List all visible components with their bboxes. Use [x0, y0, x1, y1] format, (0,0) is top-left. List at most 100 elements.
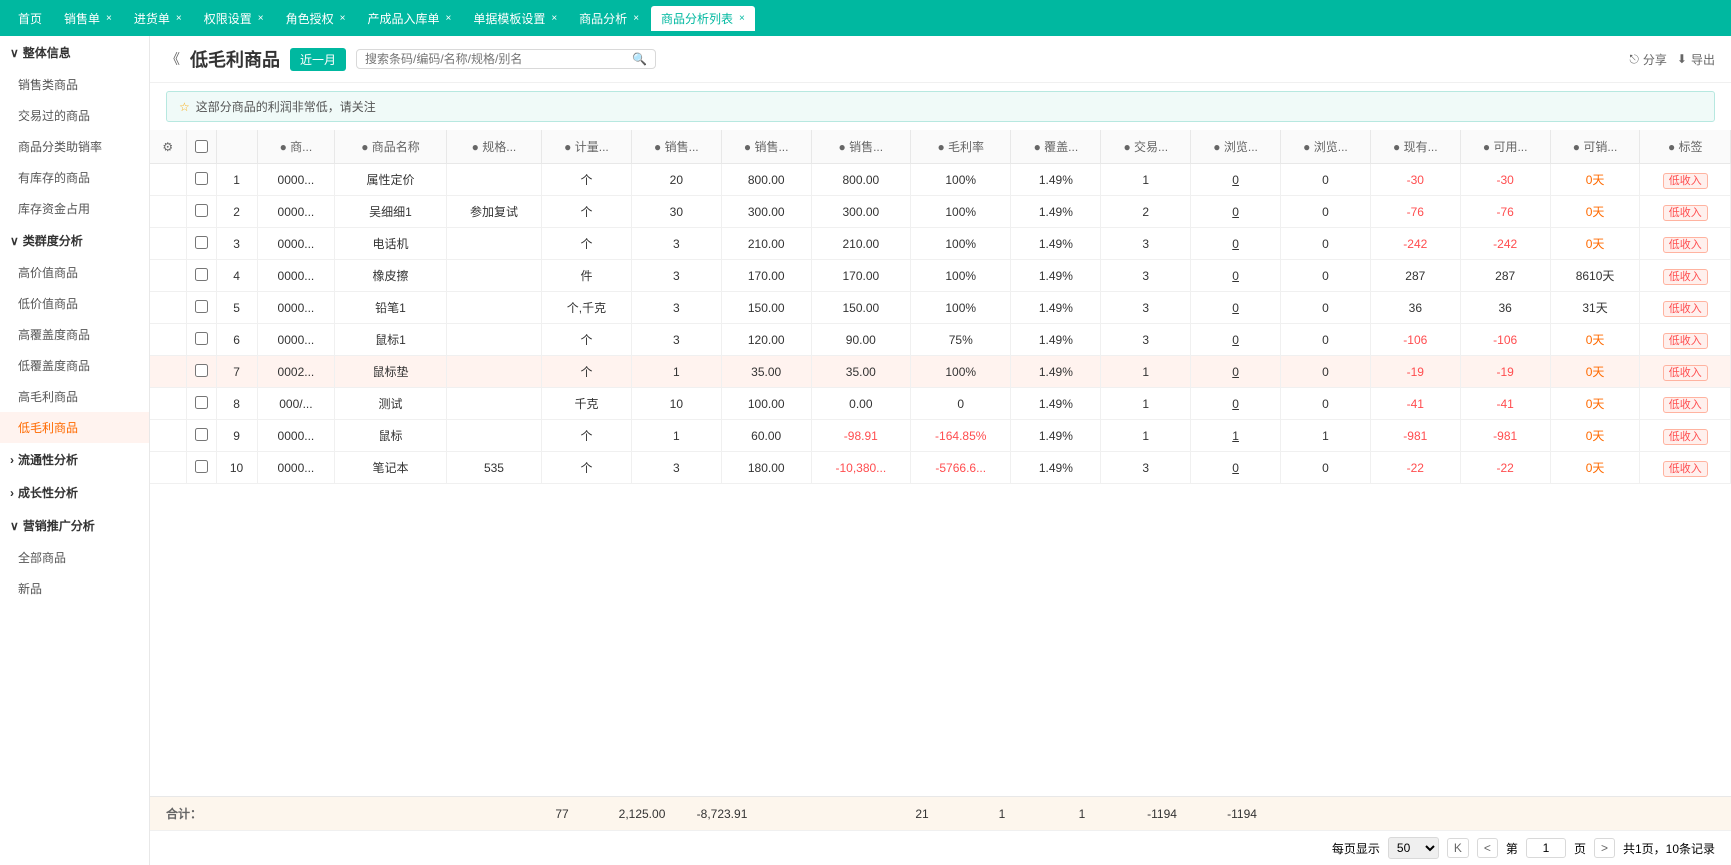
- table-container[interactable]: ⚙ ● 商... ● 商品名称 ● 规格... ● 计量... ● 销售... …: [150, 130, 1731, 796]
- sidebar-group-overall[interactable]: ∨ 整体信息: [0, 36, 149, 69]
- cell-browse1[interactable]: 0: [1191, 356, 1281, 388]
- sidebar-item-all-products[interactable]: 全部商品: [0, 542, 149, 573]
- cell-checkbox[interactable]: [186, 356, 216, 388]
- nav-templates[interactable]: 单据模板设置 ×: [463, 6, 567, 31]
- nav-templates-close[interactable]: ×: [551, 13, 557, 24]
- row-checkbox[interactable]: [195, 460, 208, 473]
- row-checkbox[interactable]: [195, 236, 208, 249]
- sidebar-item-sales-products[interactable]: 销售类商品: [0, 69, 149, 100]
- cell-settings: [150, 324, 186, 356]
- cell-checkbox[interactable]: [186, 196, 216, 228]
- cell-name: 鼠标垫: [335, 356, 447, 388]
- nav-analysis[interactable]: 商品分析 ×: [569, 6, 649, 31]
- cell-sellable: 0天: [1550, 164, 1640, 196]
- nav-home[interactable]: 首页: [8, 6, 52, 31]
- nav-permissions-close[interactable]: ×: [258, 13, 264, 24]
- pagination-page-label: 第: [1506, 840, 1518, 857]
- sidebar-item-high-coverage[interactable]: 高覆盖度商品: [0, 319, 149, 350]
- cell-checkbox[interactable]: [186, 420, 216, 452]
- nav-analysis-list-close[interactable]: ×: [739, 13, 745, 24]
- cell-available: 287: [1460, 260, 1550, 292]
- cell-browse1[interactable]: 0: [1191, 388, 1281, 420]
- chevron-down-icon-2: ∨: [10, 234, 19, 248]
- nav-purchase-close[interactable]: ×: [176, 13, 182, 24]
- sidebar-item-new-products[interactable]: 新品: [0, 573, 149, 604]
- cell-sales-price: 170.00: [721, 260, 811, 292]
- nav-products-close[interactable]: ×: [445, 13, 451, 24]
- sidebar-item-low-coverage[interactable]: 低覆盖度商品: [0, 350, 149, 381]
- col-settings[interactable]: ⚙: [150, 130, 186, 164]
- cell-sellable: 8610天: [1550, 260, 1640, 292]
- cell-unit: 个: [542, 356, 632, 388]
- export-btn[interactable]: ⬇ 导出: [1677, 51, 1715, 68]
- cell-browse1[interactable]: 0: [1191, 324, 1281, 356]
- cell-browse1[interactable]: 0: [1191, 292, 1281, 324]
- sidebar-item-capital[interactable]: 库存资金占用: [0, 193, 149, 224]
- cell-checkbox[interactable]: [186, 292, 216, 324]
- pagination-page-size-select[interactable]: 10 20 50 100: [1388, 837, 1439, 859]
- cell-browse1[interactable]: 0: [1191, 260, 1281, 292]
- search-input[interactable]: [365, 52, 628, 66]
- sidebar-item-high-value[interactable]: 高价值商品: [0, 257, 149, 288]
- cell-browse1[interactable]: 0: [1191, 452, 1281, 484]
- sidebar-item-low-value[interactable]: 低价值商品: [0, 288, 149, 319]
- cell-browse1[interactable]: 0: [1191, 228, 1281, 260]
- cell-checkbox[interactable]: [186, 388, 216, 420]
- nav-sales-close[interactable]: ×: [106, 13, 112, 24]
- cell-coverage: 1.49%: [1011, 452, 1101, 484]
- cell-unit: 个: [542, 164, 632, 196]
- search-icon[interactable]: 🔍: [632, 52, 647, 66]
- nav-roles-close[interactable]: ×: [340, 13, 346, 24]
- sidebar-item-traded[interactable]: 交易过的商品: [0, 100, 149, 131]
- sidebar-group-cluster[interactable]: ∨ 类群度分析: [0, 224, 149, 257]
- cell-browse1[interactable]: 1: [1191, 420, 1281, 452]
- row-checkbox[interactable]: [195, 268, 208, 281]
- sidebar-item-category-rate[interactable]: 商品分类助销率: [0, 131, 149, 162]
- pagination-prev-btn[interactable]: <: [1477, 838, 1498, 858]
- nav-analysis-list[interactable]: 商品分析列表 ×: [651, 6, 755, 31]
- cell-checkbox[interactable]: [186, 164, 216, 196]
- cell-sales-amount: 170.00: [811, 260, 910, 292]
- cell-checkbox[interactable]: [186, 228, 216, 260]
- row-checkbox[interactable]: [195, 364, 208, 377]
- warning-icon: ☆: [179, 100, 190, 114]
- select-all-checkbox[interactable]: [195, 140, 208, 153]
- filter-recent-month-btn[interactable]: 近一月: [290, 48, 346, 71]
- sidebar-collapse-btn[interactable]: 《: [166, 49, 180, 69]
- sidebar-item-high-margin[interactable]: 高毛利商品: [0, 381, 149, 412]
- cell-gross-margin: 100%: [911, 228, 1011, 260]
- cell-gross-margin: 0: [911, 388, 1011, 420]
- footer-label: 合计：: [166, 805, 202, 822]
- cell-checkbox[interactable]: [186, 324, 216, 356]
- nav-permissions[interactable]: 权限设置 ×: [194, 6, 274, 31]
- cell-sellable: 0天: [1550, 420, 1640, 452]
- footer-trade: 21: [882, 807, 962, 821]
- pagination-page-input[interactable]: [1526, 838, 1566, 858]
- cell-checkbox[interactable]: [186, 260, 216, 292]
- sidebar-group-flow[interactable]: › 流通性分析: [0, 443, 149, 476]
- nav-products[interactable]: 产成品入库单 ×: [357, 6, 461, 31]
- cell-gross-margin: 75%: [911, 324, 1011, 356]
- sidebar-item-low-margin[interactable]: 低毛利商品: [0, 412, 149, 443]
- pagination-next-btn[interactable]: >: [1594, 838, 1615, 858]
- cell-checkbox[interactable]: [186, 452, 216, 484]
- row-checkbox[interactable]: [195, 172, 208, 185]
- cell-sales-price: 120.00: [721, 324, 811, 356]
- row-checkbox[interactable]: [195, 396, 208, 409]
- cell-browse1[interactable]: 0: [1191, 196, 1281, 228]
- row-checkbox[interactable]: [195, 204, 208, 217]
- sidebar-item-in-stock[interactable]: 有库存的商品: [0, 162, 149, 193]
- row-checkbox[interactable]: [195, 332, 208, 345]
- nav-analysis-close[interactable]: ×: [633, 13, 639, 24]
- nav-sales[interactable]: 销售单 ×: [54, 6, 122, 31]
- share-btn[interactable]: ⎋ 分享: [1629, 51, 1667, 68]
- sidebar-group-marketing[interactable]: ∨ 营销推广分析: [0, 509, 149, 542]
- row-checkbox[interactable]: [195, 428, 208, 441]
- row-checkbox[interactable]: [195, 300, 208, 313]
- cell-spec: 535: [446, 452, 541, 484]
- nav-roles[interactable]: 角色授权 ×: [276, 6, 356, 31]
- cell-browse1[interactable]: 0: [1191, 164, 1281, 196]
- nav-purchase[interactable]: 进货单 ×: [124, 6, 192, 31]
- sidebar-group-growth[interactable]: › 成长性分析: [0, 476, 149, 509]
- pagination-first-btn[interactable]: K: [1447, 838, 1469, 858]
